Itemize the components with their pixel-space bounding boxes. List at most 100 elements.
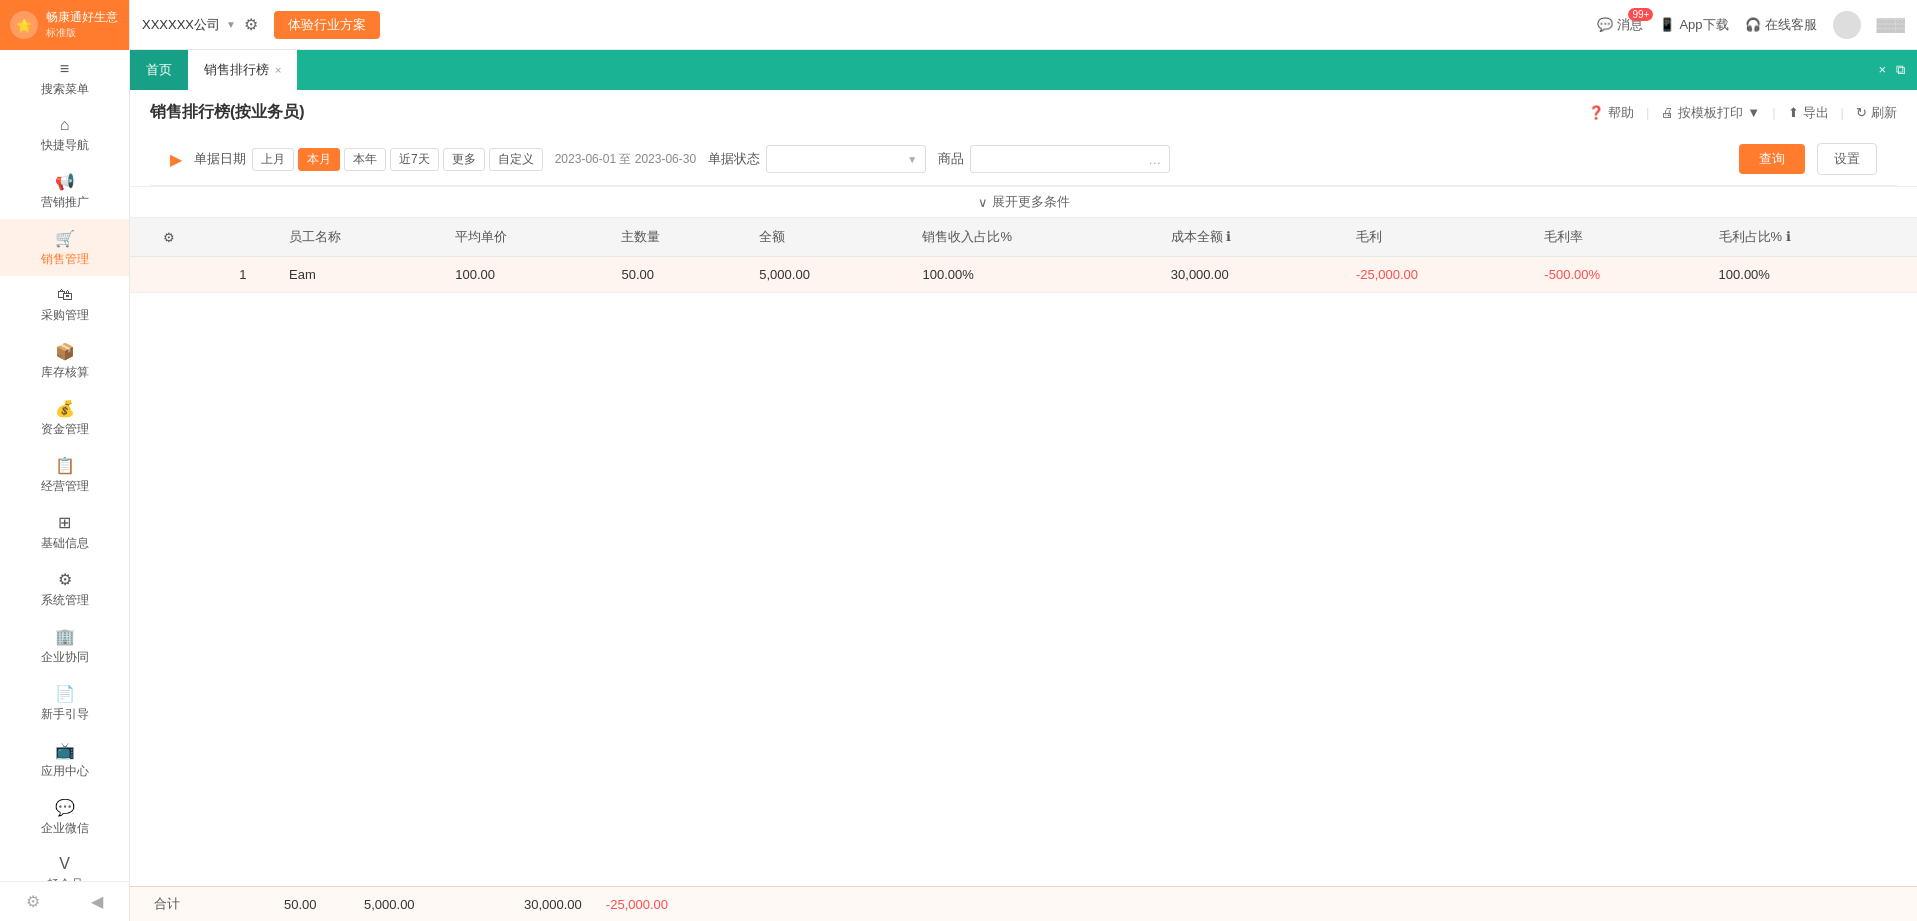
date-btn-more[interactable]: 更多 [443, 148, 485, 171]
sidebar-settings-icon[interactable]: ⚙ [26, 892, 40, 911]
sidebar: 🌟 畅康通好生意 标准版 ≡搜索菜单 ⌂ 快捷导航 📢营销推广 🛒 销售管理 🛍采购管理 📦 库… [0, 0, 130, 921]
filter-toggle-icon[interactable]: ▶ [170, 150, 182, 169]
user-name-text: ▓▓▓ [1877, 17, 1905, 32]
col-rank [209, 218, 277, 257]
footer-gross: -25,000.00 [594, 897, 680, 912]
search-orders-icon: ≡ [60, 60, 69, 78]
goods-filter-label: 商品 [938, 150, 964, 168]
footer-amount: 5,000.00 [352, 897, 432, 912]
refresh-btn[interactable]: ↻ 刷新 [1856, 104, 1897, 122]
date-btn-this-year[interactable]: 本年 [344, 148, 386, 171]
tab-sales-ranking[interactable]: 销售排行榜 × [188, 50, 297, 90]
quick-nav-icon: ⌂ [60, 116, 70, 134]
col-settings[interactable]: ⚙ [130, 218, 209, 257]
enterprise-wechat-icon: 💬 [55, 798, 75, 817]
topbar-settings-icon[interactable]: ⚙ [244, 15, 258, 34]
trial-btn[interactable]: 体验行业方案 [274, 11, 380, 39]
window-restore-icon[interactable]: ⧉ [1896, 62, 1905, 78]
sidebar-item-finance[interactable]: 💰资金管理 [0, 389, 129, 446]
enterprise-label: 企业协同 [41, 649, 89, 666]
print-btn[interactable]: 🖨 按模板打印 ▼ [1661, 104, 1760, 122]
expand-more-conditions[interactable]: ∨ 展开更多条件 [130, 187, 1917, 218]
date-filter-group: 单据日期 上月 本月 本年 近7天 更多 自定义 [194, 148, 543, 171]
sidebar-logo: 🌟 畅康通好生意 标准版 [0, 0, 129, 50]
help-btn[interactable]: ❓ 帮助 [1588, 104, 1634, 122]
sidebar-item-membership[interactable]: V畅会员 [0, 845, 129, 881]
marketing-label: 营销推广 [41, 194, 89, 211]
footer-cost: 30,000.00 [512, 897, 594, 912]
inventory-icon: 📦 [55, 342, 75, 361]
sidebar-item-marketing[interactable]: 📢营销推广 [0, 162, 129, 219]
enterprise-icon: 🏢 [55, 627, 75, 646]
refresh-icon: ↻ [1856, 105, 1867, 120]
sidebar-item-search-orders[interactable]: ≡搜索菜单 [0, 50, 129, 106]
window-close-icon[interactable]: × [1878, 62, 1886, 78]
expand-more-label: 展开更多条件 [992, 193, 1070, 211]
app-download-label: App下载 [1679, 16, 1728, 34]
export-icon: ⬆ [1788, 105, 1799, 120]
date-btn-custom[interactable]: 自定义 [489, 148, 543, 171]
guide-label: 新手引导 [41, 706, 89, 723]
system-label: 系统管理 [41, 592, 89, 609]
app-download-btn[interactable]: 📱 App下载 [1659, 16, 1728, 34]
sidebar-item-sales-mgmt[interactable]: 🛒 销售管理 [0, 219, 129, 276]
sidebar-item-quick-nav[interactable]: ⌂ 快捷导航 [0, 106, 129, 162]
user-avatar[interactable] [1833, 11, 1861, 39]
quick-nav-label: 快捷导航 [41, 137, 89, 154]
sidebar-item-enterprise[interactable]: 🏢 企业协同 [0, 617, 129, 674]
message-icon: 💬 [1597, 17, 1613, 32]
operations-icon: 📋 [55, 456, 75, 475]
online-service-btn[interactable]: 🎧 在线客服 [1745, 16, 1817, 34]
goods-more-icon: … [1148, 152, 1161, 167]
sidebar-item-system[interactable]: ⚙ 系统管理 [0, 560, 129, 617]
status-filter-label: 单据状态 [708, 150, 760, 168]
sidebar-item-inventory[interactable]: 📦 库存核算 [0, 332, 129, 389]
col-avg-price: 平均单价 [443, 218, 609, 257]
sales-mgmt-icon: 🛒 [55, 229, 75, 248]
sidebar-item-guide[interactable]: 📄新手引导 [0, 674, 129, 731]
footer-label: 合计 [142, 895, 192, 913]
basics-icon: ⊞ [58, 513, 71, 532]
table-header-row: ⚙ 员工名称 平均单价 主数量 全额 销售收入占比% 成本全额 ℹ 毛利 毛利率… [130, 218, 1917, 257]
finance-label: 资金管理 [41, 421, 89, 438]
status-select[interactable]: ▼ [766, 145, 926, 173]
svg-text:🌟: 🌟 [16, 17, 33, 34]
logo-icon: 🌟 [8, 9, 40, 41]
date-btn-last-month[interactable]: 上月 [252, 148, 294, 171]
purchase-mgmt-label: 采购管理 [41, 307, 89, 324]
topbar-actions: 💬 消息 99+ 📱 App下载 🎧 在线客服 ▓▓▓ [1597, 11, 1905, 39]
sidebar-item-enterprise-wechat[interactable]: 💬企业微信 [0, 788, 129, 845]
system-icon: ⚙ [58, 570, 72, 589]
query-btn[interactable]: 查询 [1739, 144, 1805, 174]
sidebar-item-app-center[interactable]: 📺应用中心 [0, 731, 129, 788]
inventory-label: 库存核算 [41, 364, 89, 381]
tab-home[interactable]: 首页 [130, 50, 188, 90]
user-name[interactable]: ▓▓▓ [1877, 17, 1905, 32]
basics-label: 基础信息 [41, 535, 89, 552]
company-selector[interactable]: XXXXXX公司 ▼ [142, 16, 236, 34]
export-btn[interactable]: ⬆ 导出 [1788, 104, 1829, 122]
sidebar-bottom: ⚙ ◀ [0, 881, 129, 921]
sidebar-item-basics[interactable]: ⊞ 基础信息 [0, 503, 129, 560]
expand-more-arrow: ∨ [978, 195, 988, 210]
membership-icon: V [59, 855, 70, 873]
tab-close-icon[interactable]: × [275, 64, 281, 76]
settings-btn[interactable]: 设置 [1817, 143, 1877, 175]
goods-input[interactable]: … [970, 145, 1170, 173]
col-amount: 全额 [747, 218, 910, 257]
sales-mgmt-label: 销售管理 [41, 251, 89, 268]
sidebar-item-operations[interactable]: 📋经营管理 [0, 446, 129, 503]
date-btn-this-month[interactable]: 本月 [298, 148, 340, 171]
sidebar-item-purchase-mgmt[interactable]: 🛍采购管理 [0, 276, 129, 332]
footer-qty-val: 50.00 [272, 897, 352, 912]
headset-icon: 🎧 [1745, 17, 1761, 32]
company-dropdown-arrow: ▼ [226, 19, 236, 30]
message-btn[interactable]: 💬 消息 99+ [1597, 16, 1643, 34]
page-actions: ❓ 帮助 | 🖨 按模板打印 ▼ | ⬆ 导出 | [1588, 104, 1897, 122]
date-btn-7days[interactable]: 近7天 [390, 148, 439, 171]
sidebar-collapse-icon[interactable]: ◀ [91, 892, 103, 911]
table-row: 1Eam100.0050.005,000.00100.00%30,000.00-… [130, 257, 1917, 293]
topbar: XXXXXX公司 ▼ ⚙ 体验行业方案 💬 消息 99+ 📱 App下载 🎧 在… [130, 0, 1917, 50]
app-download-icon: 📱 [1659, 17, 1675, 32]
sales-ranking-table: ⚙ 员工名称 平均单价 主数量 全额 销售收入占比% 成本全额 ℹ 毛利 毛利率… [130, 218, 1917, 293]
